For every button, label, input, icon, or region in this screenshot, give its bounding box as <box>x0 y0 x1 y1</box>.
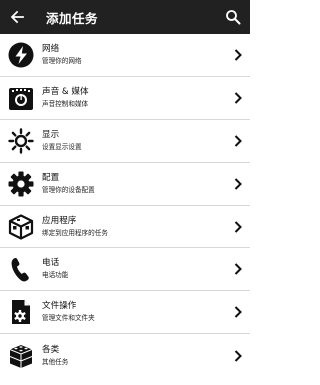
search-icon <box>226 10 241 25</box>
chevron-right-icon <box>228 335 248 377</box>
list-item-file-operations[interactable]: 文件操作 管理文件和文件夹 <box>0 291 250 335</box>
chevron-right-icon <box>228 120 248 162</box>
list-item-configuration[interactable]: 配置 管理你的设备配置 <box>0 163 250 206</box>
item-description: 管理文件和文件夹 <box>42 314 95 323</box>
task-category-list: 网络 管理你的网络 声音 & 媒体 声音控制和媒体 显示 设置显示设置 配置 管… <box>0 34 250 377</box>
item-label: 电话 <box>42 258 60 269</box>
chevron-right-icon <box>228 248 248 290</box>
app-cube-icon <box>1 206 41 248</box>
lightning-bolt-icon <box>1 34 41 76</box>
item-label: 网络 <box>42 43 60 54</box>
item-label: 各类 <box>42 344 60 355</box>
gear-icon <box>1 163 41 205</box>
chevron-right-icon <box>228 291 248 333</box>
item-description: 管理你的设备配置 <box>42 185 95 194</box>
item-description: 设置显示设置 <box>42 142 82 151</box>
chevron-right-icon <box>228 77 248 119</box>
back-button[interactable] <box>0 0 34 34</box>
item-description: 管理你的网络 <box>42 56 82 65</box>
sun-icon <box>1 120 41 162</box>
list-item-misc[interactable]: 各类 其他任务 <box>0 334 250 377</box>
item-label: 声音 & 媒体 <box>42 86 89 97</box>
item-description: 声音控制和媒体 <box>42 99 89 108</box>
page-title: 添加任务 <box>46 10 99 26</box>
item-label: 文件操作 <box>42 301 77 312</box>
list-item-display[interactable]: 显示 设置显示设置 <box>0 120 250 163</box>
app-bar: 添加任务 <box>0 0 250 34</box>
list-item-applications[interactable]: 应用程序 绑定到应用程序的任务 <box>0 206 250 249</box>
chevron-right-icon <box>228 206 248 248</box>
volume-dial-icon <box>1 77 41 119</box>
arrow-left-icon <box>10 10 24 24</box>
phone-icon <box>1 248 41 290</box>
item-description: 电话功能 <box>42 271 69 280</box>
list-item-network[interactable]: 网络 管理你的网络 <box>0 34 250 77</box>
file-gear-icon <box>1 291 41 333</box>
item-description: 绑定到应用程序的任务 <box>42 228 108 237</box>
item-label: 显示 <box>42 129 60 140</box>
item-label: 应用程序 <box>42 215 77 226</box>
chevron-right-icon <box>228 163 248 205</box>
item-description: 其他任务 <box>42 357 69 366</box>
list-item-phone[interactable]: 电话 电话功能 <box>0 248 250 292</box>
search-button[interactable] <box>216 0 250 34</box>
list-item-sound-media[interactable]: 声音 & 媒体 声音控制和媒体 <box>0 77 250 120</box>
item-label: 配置 <box>42 172 60 183</box>
blocks-icon <box>1 335 41 377</box>
chevron-right-icon <box>228 34 248 76</box>
